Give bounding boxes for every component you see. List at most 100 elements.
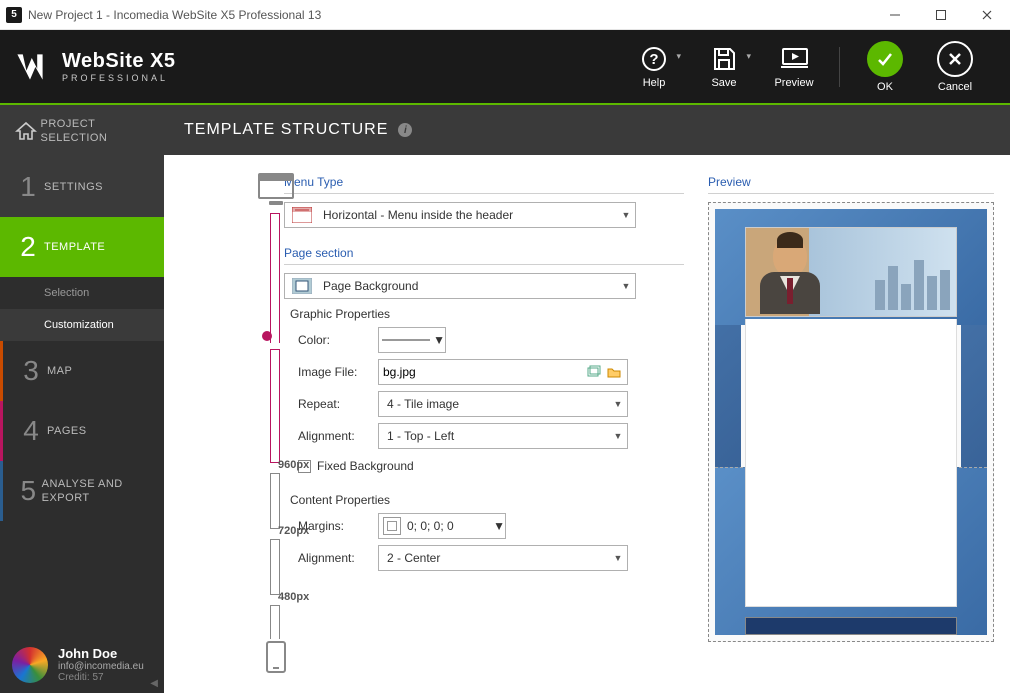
user-name: John Doe bbox=[58, 646, 144, 661]
chevron-down-icon: ▼ bbox=[433, 333, 445, 347]
breakpoint-label: 720px bbox=[278, 525, 309, 537]
sidebar-user[interactable]: John Doe info@incomedia.eu Crediti: 57 bbox=[0, 636, 164, 693]
preview-header-image bbox=[745, 227, 957, 317]
section-menu-type: Menu Type bbox=[284, 173, 684, 194]
step-label: SETTINGS bbox=[44, 180, 103, 194]
content-properties-label: Content Properties bbox=[284, 491, 684, 513]
sidebar-step-map[interactable]: 3 MAP bbox=[0, 341, 164, 401]
avatar bbox=[12, 647, 48, 683]
section-page-section: Page section bbox=[284, 244, 684, 265]
check-icon bbox=[867, 41, 903, 77]
step-label: MAP bbox=[47, 364, 72, 378]
page-section-dropdown[interactable]: Page Background ▼ bbox=[284, 273, 636, 299]
step-number: 4 bbox=[15, 415, 47, 447]
preview-button[interactable]: Preview bbox=[759, 37, 829, 97]
content-header: TEMPLATE STRUCTURE i bbox=[164, 105, 1010, 155]
user-email: info@incomedia.eu bbox=[58, 661, 144, 672]
breakpoint-label: 480px bbox=[278, 591, 309, 603]
preview-footer bbox=[745, 617, 957, 635]
ok-label: OK bbox=[877, 81, 893, 93]
sidebar-step-pages[interactable]: 4 PAGES bbox=[0, 401, 164, 461]
form-column: Menu Type Horizontal - Menu inside the h… bbox=[284, 173, 684, 675]
color-picker[interactable]: ▼ bbox=[378, 327, 446, 353]
step-label: ANALYSE AND EXPORT bbox=[42, 477, 152, 506]
cancel-label: Cancel bbox=[938, 81, 972, 93]
brand-logo-icon bbox=[10, 47, 50, 87]
sidebar-home-label: PROJECT SELECTION bbox=[41, 117, 152, 146]
fixed-background-checkbox[interactable]: Fixed Background bbox=[284, 459, 684, 473]
step-number: 5 bbox=[15, 475, 42, 507]
minimize-button[interactable] bbox=[872, 0, 918, 30]
user-credits: Crediti: 57 bbox=[58, 672, 144, 683]
collapse-icon[interactable]: ◀ bbox=[150, 678, 158, 689]
cancel-button[interactable]: Cancel bbox=[920, 37, 990, 97]
preview-column: Preview bbox=[688, 173, 994, 675]
chevron-down-icon: ▼ bbox=[609, 553, 627, 563]
ok-button[interactable]: OK bbox=[850, 37, 920, 97]
save-button[interactable]: ▾ Save bbox=[689, 37, 759, 97]
step-number: 1 bbox=[12, 171, 44, 203]
svg-text:?: ? bbox=[649, 51, 658, 68]
color-label: Color: bbox=[284, 333, 378, 347]
breakpoint-dot[interactable] bbox=[262, 331, 272, 341]
info-icon[interactable]: i bbox=[398, 123, 412, 137]
content-alignment-dropdown[interactable]: 2 - Center▼ bbox=[378, 545, 628, 571]
menu-type-dropdown[interactable]: Horizontal - Menu inside the header ▼ bbox=[284, 202, 636, 228]
sidebar-sub-customization[interactable]: Customization bbox=[0, 309, 164, 341]
preview-canvas bbox=[708, 202, 994, 642]
chevron-down-icon: ▼ bbox=[617, 210, 635, 220]
help-label: Help bbox=[643, 77, 666, 89]
alignment-label: Alignment: bbox=[284, 429, 378, 443]
sidebar-step-template[interactable]: 2 TEMPLATE bbox=[0, 217, 164, 277]
chevron-down-icon: ▼ bbox=[493, 519, 505, 533]
toolbar: WebSite X5 PROFESSIONAL ? ▾ Help ▾ Save … bbox=[0, 30, 1010, 105]
fixed-background-label: Fixed Background bbox=[317, 459, 414, 473]
sidebar: PROJECT SELECTION 1 SETTINGS 2 TEMPLATE … bbox=[0, 105, 164, 693]
preview-label: Preview bbox=[708, 173, 994, 194]
sidebar-step-settings[interactable]: 1 SETTINGS bbox=[0, 157, 164, 217]
repeat-value: 4 - Tile image bbox=[379, 397, 609, 411]
brand-name: WebSite X5 bbox=[62, 50, 176, 73]
page-section-value: Page Background bbox=[319, 279, 617, 293]
step-number: 2 bbox=[12, 231, 44, 263]
image-file-field[interactable] bbox=[383, 365, 583, 379]
save-icon bbox=[710, 45, 738, 73]
monitor-icon bbox=[258, 173, 294, 203]
sidebar-sub-selection[interactable]: Selection bbox=[0, 277, 164, 309]
menu-type-value: Horizontal - Menu inside the header bbox=[319, 208, 617, 222]
close-button[interactable] bbox=[964, 0, 1010, 30]
image-file-input[interactable] bbox=[378, 359, 628, 385]
margins-icon bbox=[383, 517, 401, 535]
preview-icon bbox=[780, 45, 808, 73]
chevron-down-icon: ▾ bbox=[746, 51, 751, 62]
help-button[interactable]: ? ▾ Help bbox=[619, 37, 689, 97]
chevron-down-icon: ▼ bbox=[609, 399, 627, 409]
chevron-down-icon: ▼ bbox=[609, 431, 627, 441]
color-swatch bbox=[382, 339, 430, 341]
titlebar: 5 New Project 1 - Incomedia WebSite X5 P… bbox=[0, 0, 1010, 30]
brand-sub: PROFESSIONAL bbox=[62, 73, 176, 83]
margins-value: 0; 0; 0; 0 bbox=[405, 519, 493, 533]
alignment-dropdown[interactable]: 1 - Top - Left▼ bbox=[378, 423, 628, 449]
page-section-icon bbox=[291, 277, 313, 295]
step-label: TEMPLATE bbox=[44, 240, 105, 254]
preview-page bbox=[745, 319, 957, 607]
content-alignment-value: 2 - Center bbox=[379, 551, 609, 565]
step-label: PAGES bbox=[47, 424, 87, 438]
app-icon: 5 bbox=[6, 7, 22, 23]
sidebar-home[interactable]: PROJECT SELECTION bbox=[0, 105, 164, 157]
save-label: Save bbox=[711, 77, 736, 89]
repeat-dropdown[interactable]: 4 - Tile image▼ bbox=[378, 391, 628, 417]
maximize-button[interactable] bbox=[918, 0, 964, 30]
library-icon[interactable] bbox=[585, 363, 603, 381]
cancel-icon bbox=[937, 41, 973, 77]
window-title: New Project 1 - Incomedia WebSite X5 Pro… bbox=[28, 8, 321, 22]
breakpoint-label: 960px bbox=[278, 459, 309, 471]
home-icon bbox=[12, 120, 41, 142]
margins-input[interactable]: 0; 0; 0; 0▼ bbox=[378, 513, 506, 539]
image-file-label: Image File: bbox=[284, 365, 378, 379]
sidebar-step-analyse[interactable]: 5 ANALYSE AND EXPORT bbox=[0, 461, 164, 521]
breakpoint-column: 960px 720px 480px bbox=[180, 173, 280, 675]
folder-open-icon[interactable] bbox=[605, 363, 623, 381]
step-number: 3 bbox=[15, 355, 47, 387]
